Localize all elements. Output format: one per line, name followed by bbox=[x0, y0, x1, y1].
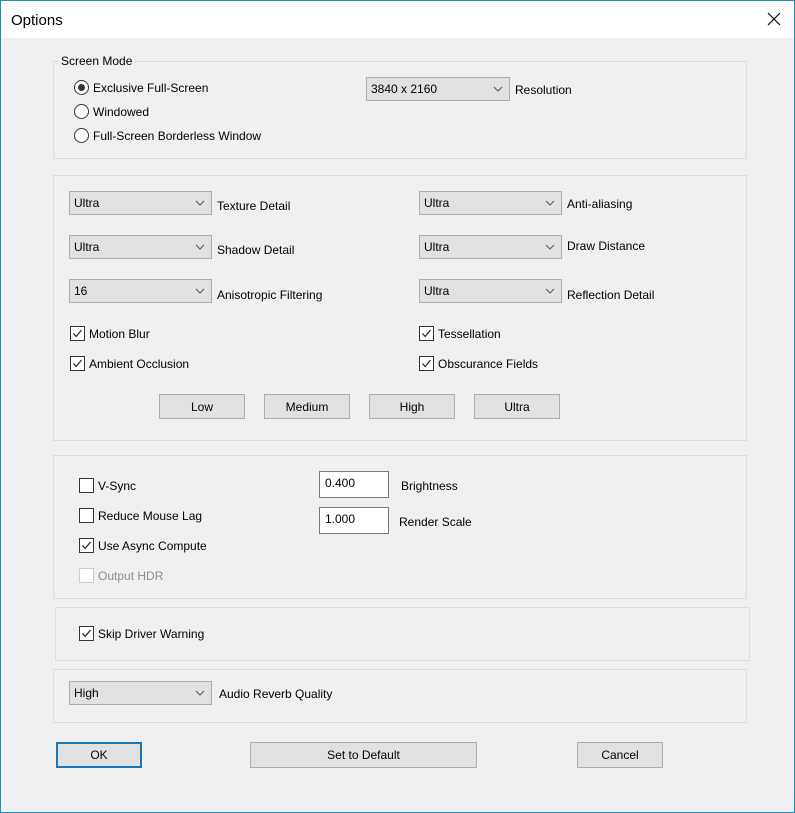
window-title: Options bbox=[11, 12, 63, 29]
select-value: Ultra bbox=[74, 196, 100, 210]
checkbox-label: Skip Driver Warning bbox=[98, 627, 205, 641]
radio-label: Windowed bbox=[93, 105, 150, 119]
checkbox[interactable] bbox=[79, 626, 94, 641]
chevron-down-icon bbox=[545, 288, 555, 294]
resolution-value: 3840 x 2160 bbox=[371, 82, 438, 96]
screen-mode-label: Screen Mode bbox=[58, 54, 136, 68]
render-scale-label: Render Scale bbox=[399, 515, 472, 529]
checkbox-label: Obscurance Fields bbox=[438, 357, 539, 371]
select-value: Ultra bbox=[74, 240, 100, 254]
radio-label: Full-Screen Borderless Window bbox=[93, 129, 262, 143]
checkbox[interactable] bbox=[79, 538, 94, 553]
checkmark-icon bbox=[422, 329, 431, 338]
checkbox-label: Reduce Mouse Lag bbox=[98, 509, 203, 523]
render-scale-input[interactable]: 1.000 bbox=[319, 507, 389, 534]
preset-low-button[interactable]: Low bbox=[159, 394, 245, 419]
checkbox-label: Use Async Compute bbox=[98, 539, 207, 553]
audio-reverb-select[interactable]: High bbox=[69, 681, 212, 705]
texture-detail-select[interactable]: Ultra bbox=[69, 191, 212, 215]
chevron-down-icon bbox=[195, 288, 205, 294]
radio-button[interactable] bbox=[74, 80, 89, 95]
shadow-detail-label: Shadow Detail bbox=[217, 243, 295, 257]
checkbox[interactable] bbox=[79, 478, 94, 493]
preset-high-button[interactable]: High bbox=[369, 394, 455, 419]
anti-aliasing-select[interactable]: Ultra bbox=[419, 191, 562, 215]
checkbox[interactable] bbox=[70, 356, 85, 371]
reflection-detail-label: Reflection Detail bbox=[567, 288, 655, 302]
preset-medium-button[interactable]: Medium bbox=[264, 394, 350, 419]
resolution-label: Resolution bbox=[515, 83, 572, 97]
select-value: 16 bbox=[74, 284, 88, 298]
select-value: Ultra bbox=[424, 240, 450, 254]
cancel-button[interactable]: Cancel bbox=[577, 742, 663, 768]
select-value: Ultra bbox=[424, 196, 450, 210]
resolution-select[interactable]: 3840 x 2160 bbox=[366, 77, 510, 101]
checkmark-icon bbox=[82, 541, 91, 550]
checkbox bbox=[79, 568, 94, 583]
checkbox-label: Motion Blur bbox=[89, 327, 150, 341]
select-value: Ultra bbox=[424, 284, 450, 298]
select-value: High bbox=[74, 686, 99, 700]
checkbox[interactable] bbox=[419, 356, 434, 371]
checkbox-label: Ambient Occlusion bbox=[89, 357, 190, 371]
checkbox[interactable] bbox=[70, 326, 85, 341]
checkbox[interactable] bbox=[419, 326, 434, 341]
set-to-default-button[interactable]: Set to Default bbox=[250, 742, 477, 768]
checkbox-label: Output HDR bbox=[98, 569, 164, 583]
brightness-input[interactable]: 0.400 bbox=[319, 471, 389, 498]
checkbox[interactable] bbox=[79, 508, 94, 523]
radio-button[interactable] bbox=[74, 104, 89, 119]
anisotropic-filtering-label: Anisotropic Filtering bbox=[217, 288, 323, 302]
preset-ultra-button[interactable]: Ultra bbox=[474, 394, 560, 419]
options-dialog: Options Screen Mode Exclusive Full-Scree… bbox=[0, 0, 795, 813]
title-bar: Options bbox=[1, 1, 794, 38]
close-icon bbox=[767, 12, 781, 26]
anisotropic-filtering-select[interactable]: 16 bbox=[69, 279, 212, 303]
checkbox-label: V-Sync bbox=[98, 479, 137, 493]
checkbox-label: Tessellation bbox=[438, 327, 501, 341]
chevron-down-icon bbox=[195, 244, 205, 250]
checkmark-icon bbox=[73, 329, 82, 338]
chevron-down-icon bbox=[195, 200, 205, 206]
texture-detail-label: Texture Detail bbox=[217, 199, 291, 213]
checkmark-icon bbox=[73, 359, 82, 368]
draw-distance-label: Draw Distance bbox=[567, 239, 646, 253]
screen-mode-group bbox=[53, 61, 747, 159]
ok-button[interactable]: OK bbox=[56, 742, 142, 768]
draw-distance-select[interactable]: Ultra bbox=[419, 235, 562, 259]
checkmark-icon bbox=[422, 359, 431, 368]
chevron-down-icon bbox=[545, 200, 555, 206]
anti-aliasing-label: Anti-aliasing bbox=[567, 197, 633, 211]
chevron-down-icon bbox=[493, 86, 503, 92]
brightness-label: Brightness bbox=[401, 479, 458, 493]
close-button[interactable] bbox=[756, 5, 792, 33]
radio-button[interactable] bbox=[74, 128, 89, 143]
chevron-down-icon bbox=[195, 690, 205, 696]
shadow-detail-select[interactable]: Ultra bbox=[69, 235, 212, 259]
audio-reverb-label: Audio Reverb Quality bbox=[219, 687, 333, 701]
reflection-detail-select[interactable]: Ultra bbox=[419, 279, 562, 303]
chevron-down-icon bbox=[545, 244, 555, 250]
checkmark-icon bbox=[82, 629, 91, 638]
radio-label: Exclusive Full-Screen bbox=[93, 81, 209, 95]
